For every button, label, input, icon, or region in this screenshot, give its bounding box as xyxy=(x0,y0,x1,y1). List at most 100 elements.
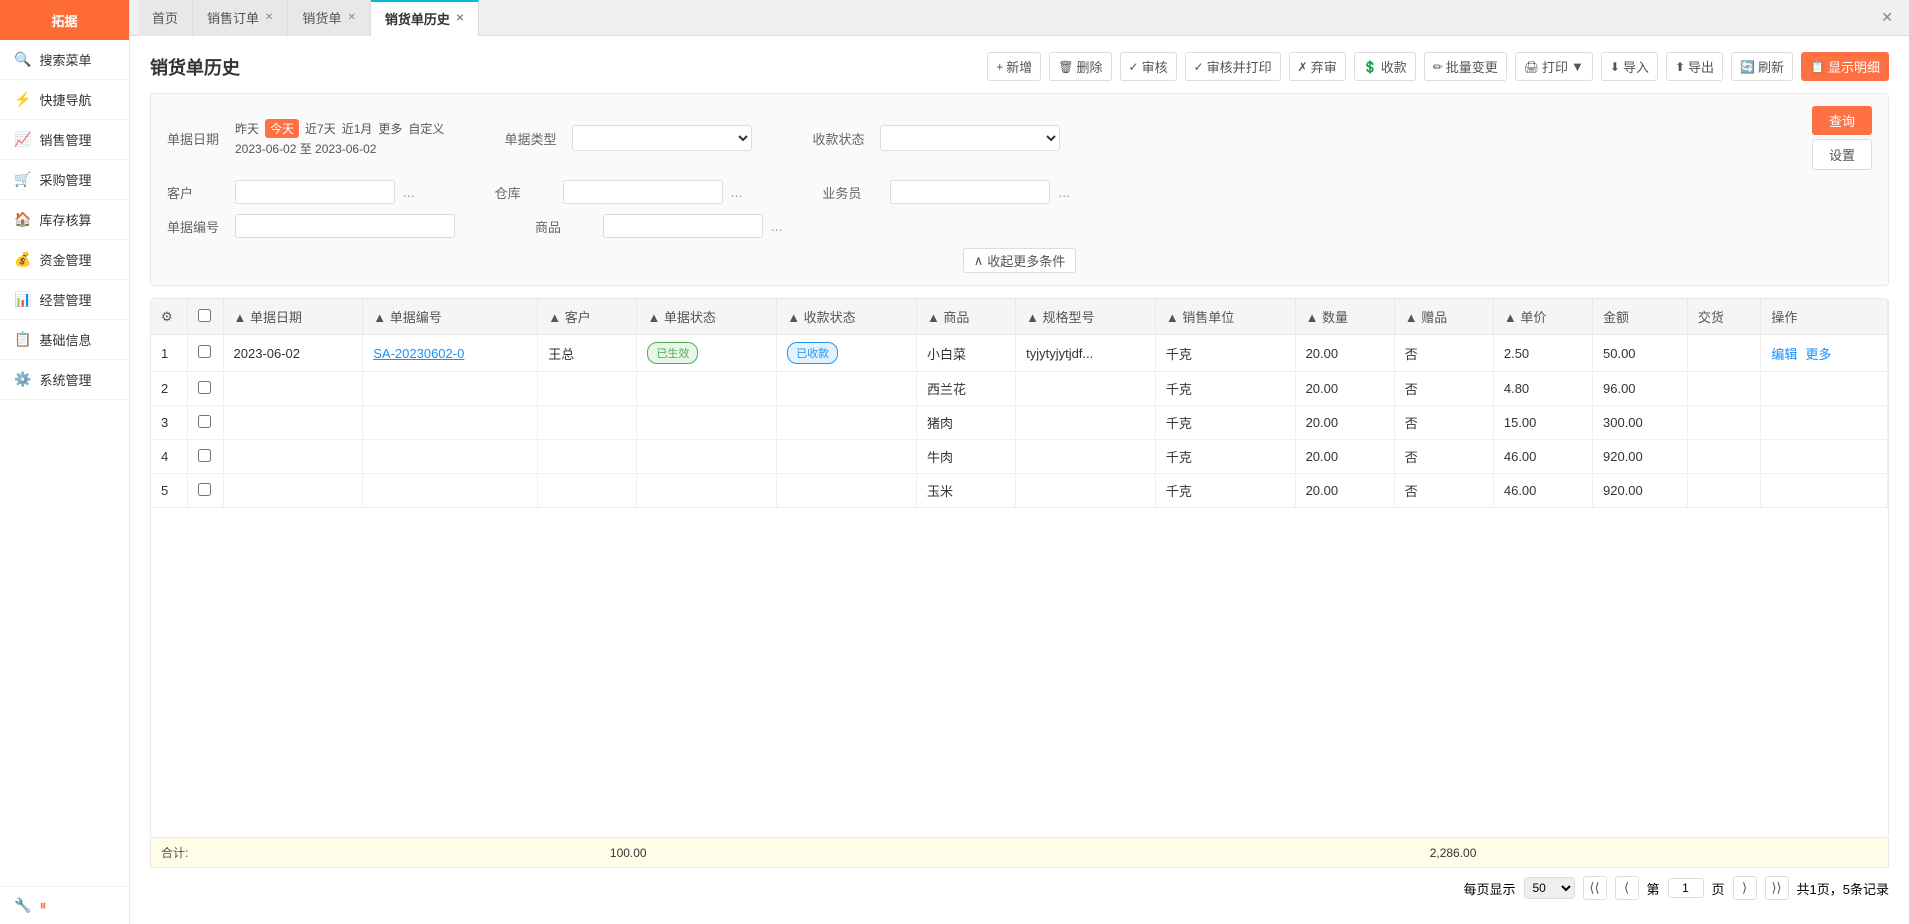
goods-input[interactable] xyxy=(603,214,763,238)
col-unit[interactable]: ▲ 销售单位 xyxy=(1155,299,1295,335)
refresh-button[interactable]: 🔄 刷新 xyxy=(1731,52,1793,81)
cell-gift: 否 xyxy=(1394,440,1493,474)
prev-page-button[interactable]: ⟨ xyxy=(1615,876,1639,900)
filter-item-date: 单据日期 昨天 今天 近7天 近1月 更多 自定义 2023-06-02 至 2… xyxy=(167,119,444,157)
tab-sales-goods[interactable]: 销货单 ✕ xyxy=(288,0,370,36)
row-edit-btn[interactable]: 编辑 xyxy=(1771,347,1797,362)
doc-no-link[interactable]: SA-20230602-0 xyxy=(373,346,464,361)
print-button[interactable]: 🖨 打印 ▼ xyxy=(1515,52,1593,81)
col-settings[interactable]: ⚙ xyxy=(151,299,187,335)
query-button[interactable]: 查询 xyxy=(1812,106,1872,135)
doc-type-select[interactable] xyxy=(572,125,752,151)
shortcut-yesterday[interactable]: 昨天 xyxy=(235,120,259,137)
delete-button[interactable]: 🗑 删除 xyxy=(1049,52,1111,81)
col-transaction-label: 交货 xyxy=(1698,310,1724,325)
collect-button[interactable]: 💲 收款 xyxy=(1354,52,1416,81)
col-customer-label: ▲ 客户 xyxy=(548,310,590,325)
customer-input[interactable] xyxy=(235,180,395,204)
cell-goods: 猪肉 xyxy=(916,406,1015,440)
tab-home[interactable]: 首页 xyxy=(138,0,193,36)
shortcut-1month[interactable]: 近1月 xyxy=(342,120,373,137)
col-doc-no[interactable]: ▲ 单据编号 xyxy=(363,299,538,335)
sidebar-item-finance-mgmt[interactable]: 💰 资金管理 xyxy=(0,240,129,280)
last-page-button[interactable]: ⟩⟩ xyxy=(1765,876,1789,900)
sys-mgmt-icon: ⚙️ xyxy=(14,371,31,388)
sidebar-footer-icon2[interactable]: ⏸ xyxy=(39,897,46,914)
filter-item-goods: 商品 ... xyxy=(535,214,783,238)
sidebar-item-stock-calc[interactable]: 🏠 库存核算 xyxy=(0,200,129,240)
delete-icon: 🗑 xyxy=(1058,60,1073,74)
filter-section: 单据日期 昨天 今天 近7天 近1月 更多 自定义 2023-06-02 至 2… xyxy=(150,93,1889,286)
new-button[interactable]: + 新增 xyxy=(987,52,1041,81)
page-size-select[interactable]: 50 100 200 xyxy=(1524,877,1575,899)
col-gift[interactable]: ▲ 赠品 xyxy=(1394,299,1493,335)
goods-dots[interactable]: ... xyxy=(771,218,783,234)
col-spec[interactable]: ▲ 规格型号 xyxy=(1016,299,1156,335)
sidebar-item-quick-nav[interactable]: ⚡ 快捷导航 xyxy=(0,80,129,120)
audit-button[interactable]: ✓ 审核 xyxy=(1120,52,1177,81)
filter-item-doc-type: 单据类型 xyxy=(504,125,752,151)
salesperson-dots[interactable]: ... xyxy=(1058,184,1070,200)
row-checkbox[interactable] xyxy=(198,449,211,462)
tab-sales-order[interactable]: 销售订单 ✕ xyxy=(193,0,288,36)
row-checkbox[interactable] xyxy=(198,345,211,358)
sidebar-item-sales-mgmt[interactable]: 📈 销售管理 xyxy=(0,120,129,160)
sidebar-item-ops-mgmt[interactable]: 📊 经营管理 xyxy=(0,280,129,320)
customer-dots[interactable]: ... xyxy=(403,184,415,200)
page-input[interactable] xyxy=(1668,878,1704,898)
filter-settings-button[interactable]: 设置 xyxy=(1812,139,1872,170)
sidebar-item-basic-info[interactable]: 📋 基础信息 xyxy=(0,320,129,360)
batch-change-button[interactable]: ✏ 批量变更 xyxy=(1424,52,1507,81)
abandon-button[interactable]: ✗ 弃审 xyxy=(1289,52,1346,81)
sidebar-item-search-menu[interactable]: 🔍 搜索菜单 xyxy=(0,40,129,80)
cell-customer xyxy=(538,440,637,474)
tab-sales-history-close[interactable]: ✕ xyxy=(456,13,464,24)
audit-print-label: 审核并打印 xyxy=(1207,57,1272,76)
import-button[interactable]: ⬇ 导入 xyxy=(1601,52,1658,81)
export-button[interactable]: ⬆ 导出 xyxy=(1666,52,1723,81)
col-price[interactable]: ▲ 单价 xyxy=(1493,299,1592,335)
tab-sales-goods-close[interactable]: ✕ xyxy=(347,12,355,23)
col-customer[interactable]: ▲ 客户 xyxy=(538,299,637,335)
tab-sales-history[interactable]: 销货单历史 ✕ xyxy=(371,0,479,36)
cell-customer xyxy=(538,474,637,508)
shortcut-today[interactable]: 今天 xyxy=(265,119,299,138)
next-page-button[interactable]: ⟩ xyxy=(1733,876,1757,900)
shortcut-custom[interactable]: 自定义 xyxy=(408,120,444,137)
shortcut-more[interactable]: 更多 xyxy=(378,120,402,137)
col-goods[interactable]: ▲ 商品 xyxy=(916,299,1015,335)
row-checkbox[interactable] xyxy=(198,381,211,394)
cell-rownum: 1 xyxy=(151,335,187,372)
docno-input[interactable] xyxy=(235,214,455,238)
shortcut-7days[interactable]: 近7天 xyxy=(305,120,336,137)
first-page-button[interactable]: ⟨⟨ xyxy=(1583,876,1607,900)
window-close-button[interactable]: ✕ xyxy=(1873,9,1901,26)
cell-qty: 20.00 xyxy=(1295,440,1394,474)
col-qty[interactable]: ▲ 数量 xyxy=(1295,299,1394,335)
collapse-button[interactable]: ∧ 收起更多条件 xyxy=(963,248,1077,273)
collect-status-select[interactable] xyxy=(880,125,1060,151)
sidebar-footer-icon1[interactable]: 🔧 xyxy=(14,897,31,914)
col-doc-status[interactable]: ▲ 单据状态 xyxy=(637,299,777,335)
show-details-button[interactable]: 📋 显示明细 xyxy=(1801,52,1889,81)
row-more-btn[interactable]: 更多 xyxy=(1805,347,1831,362)
warehouse-input[interactable] xyxy=(563,180,723,204)
salesperson-input[interactable] xyxy=(890,180,1050,204)
audit-print-button[interactable]: ✓ 审核并打印 xyxy=(1185,52,1281,81)
show-details-icon: 📋 xyxy=(1810,60,1825,74)
cell-customer xyxy=(538,406,637,440)
warehouse-dots[interactable]: ... xyxy=(731,184,743,200)
row-checkbox[interactable] xyxy=(198,415,211,428)
sidebar-item-sys-mgmt[interactable]: ⚙️ 系统管理 xyxy=(0,360,129,400)
col-collect-status[interactable]: ▲ 收款状态 xyxy=(777,299,917,335)
col-doc-date[interactable]: ▲ 单据日期 xyxy=(223,299,363,335)
pagination: 每页显示 50 100 200 ⟨⟨ ⟨ 第 页 ⟩ ⟩⟩ 共1页，5条记录 xyxy=(150,868,1889,908)
col-price-label: ▲ 单价 xyxy=(1504,310,1546,325)
tab-sales-order-close[interactable]: ✕ xyxy=(265,12,273,23)
sidebar-item-purchase-mgmt[interactable]: 🛒 采购管理 xyxy=(0,160,129,200)
export-label: 导出 xyxy=(1688,57,1714,76)
cell-qty: 20.00 xyxy=(1295,406,1394,440)
cell-price: 2.50 xyxy=(1493,335,1592,372)
select-all-checkbox[interactable] xyxy=(198,309,211,322)
row-checkbox[interactable] xyxy=(198,483,211,496)
